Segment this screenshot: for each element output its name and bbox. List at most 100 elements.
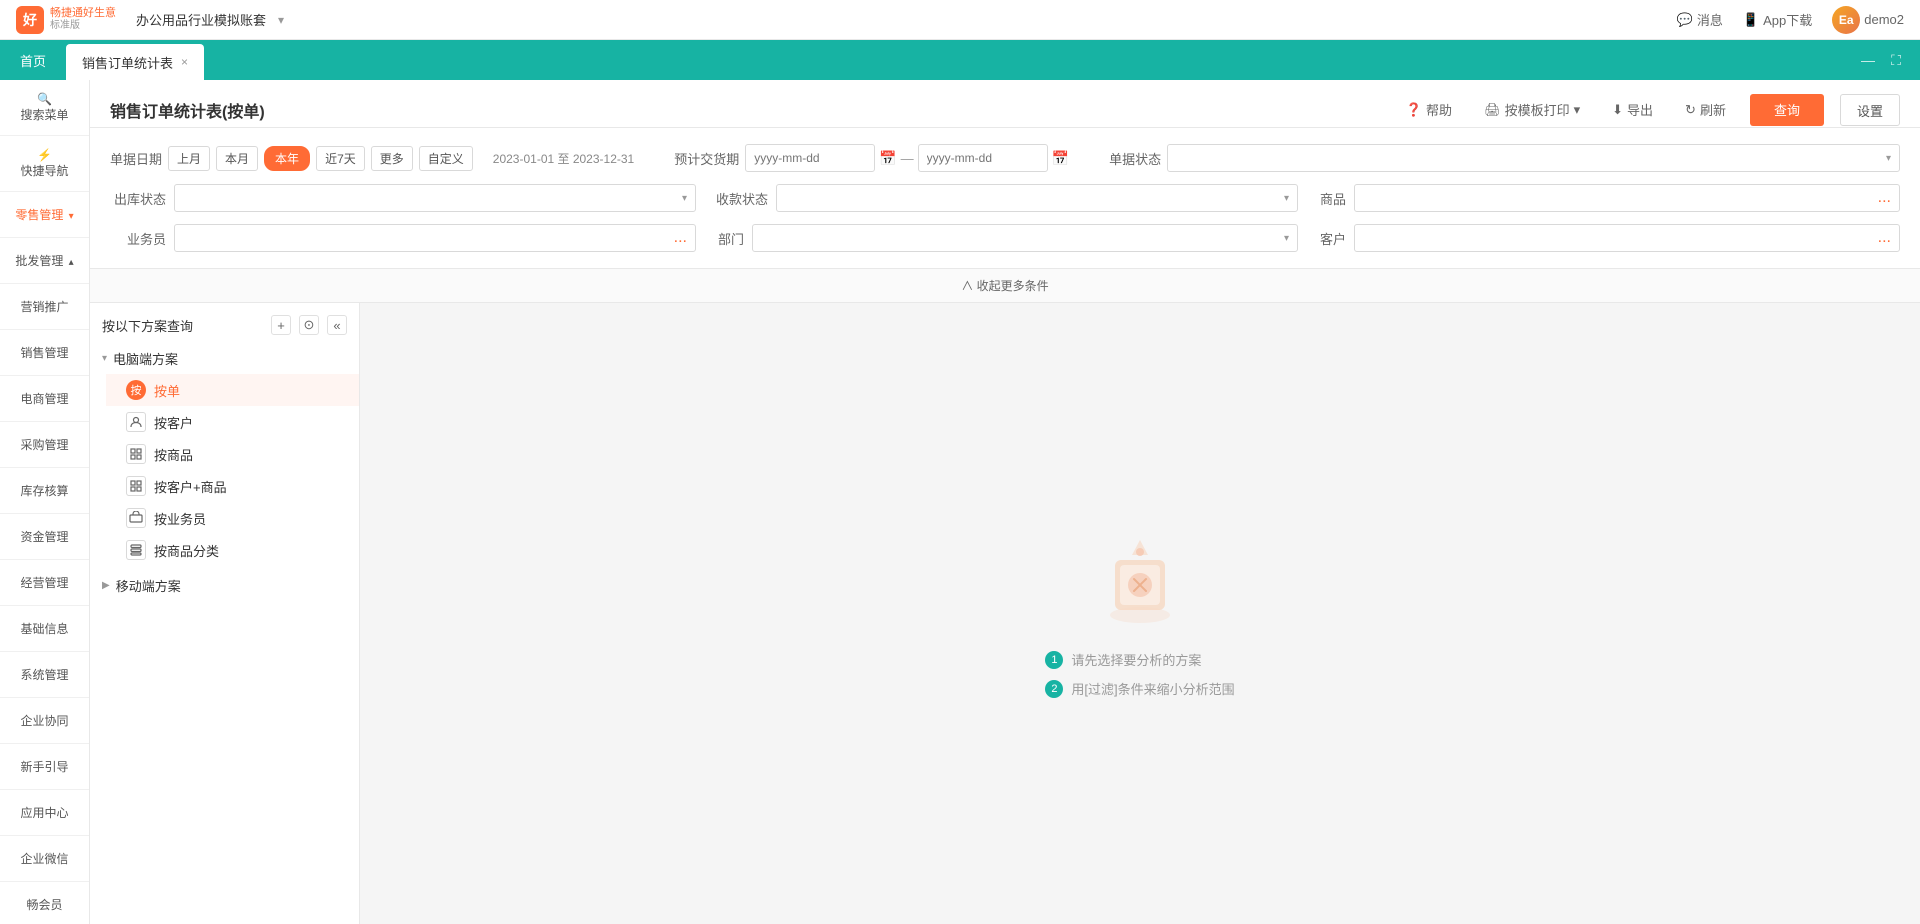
sidebar-item-sales[interactable]: 销售管理 xyxy=(0,330,89,376)
sidebar-item-wechat[interactable]: 企业微信 xyxy=(0,836,89,882)
tab-close-icon[interactable]: × xyxy=(181,55,188,69)
last7-btn[interactable]: 近7天 xyxy=(316,146,365,171)
sidebar-item-wholesale[interactable]: 批发管理 ▴ xyxy=(0,238,89,284)
logo-text: 畅捷通好生意 标准版 xyxy=(50,7,116,32)
empty-state-icon xyxy=(1090,530,1190,630)
sidebar-item-basic[interactable]: 基础信息 xyxy=(0,606,89,652)
delivery-status-arrow-icon: ▾ xyxy=(682,193,687,204)
sidebar-item-system[interactable]: 系统管理 xyxy=(0,652,89,698)
sidebar-item-appcenter[interactable]: 应用中心 xyxy=(0,790,89,836)
sidebar-item-operation[interactable]: 经营管理 xyxy=(0,560,89,606)
sidebar-item-purchase[interactable]: 采购管理 xyxy=(0,422,89,468)
custom-btn[interactable]: 自定义 xyxy=(419,146,473,171)
print-button[interactable]: 🖨 按模板打印 ▾ xyxy=(1476,96,1588,123)
tree-section-pc-header[interactable]: ▾ 电脑端方案 xyxy=(90,343,359,374)
sidebar: 🔍 搜索菜单 ⚡ 快捷导航 零售管理 ▾ 批发管理 ▴ 营销推广 销售管理 电商… xyxy=(0,80,90,924)
goods-dots-icon: ... xyxy=(1878,189,1891,207)
tab-sales-stats[interactable]: 销售订单统计表 × xyxy=(66,44,204,80)
print-arrow-icon: ▾ xyxy=(1574,102,1581,118)
tree-section-pc: ▾ 电脑端方案 按 按单 按客户 xyxy=(90,343,359,566)
sidebar-item-retail[interactable]: 零售管理 ▾ xyxy=(0,192,89,238)
query-button[interactable]: 查询 xyxy=(1750,94,1824,126)
minimize-button[interactable]: — xyxy=(1860,52,1876,68)
app-download-button[interactable]: 📱 App下载 xyxy=(1743,10,1812,29)
tree-item-by-goods[interactable]: 按商品 xyxy=(106,438,359,470)
collapse-panel-button[interactable]: « xyxy=(327,315,347,335)
page-header: 销售订单统计表(按单) ❓ 帮助 🖨 按模板打印 ▾ ⬇ 导出 ↻ 刷新 xyxy=(90,80,1920,128)
refresh-button[interactable]: ↻ 刷新 xyxy=(1677,96,1734,123)
add-scheme-button[interactable]: + xyxy=(271,315,291,335)
delivery-status-cell: 出库状态 ▾ xyxy=(110,184,696,212)
empty-tip-2: 2 用[过滤]条件来缩小分析范围 xyxy=(1045,679,1234,698)
department-cell: 部门 ▾ xyxy=(712,224,1298,252)
payment-status-select[interactable]: ▾ xyxy=(776,184,1298,212)
goods-input[interactable]: ... xyxy=(1354,184,1900,212)
customer-input[interactable]: ... xyxy=(1354,224,1900,252)
left-panel-icons: + ⊙ « xyxy=(271,315,347,335)
left-panel-header: 按以下方案查询 + ⊙ « xyxy=(90,315,359,343)
download-icon: 📱 xyxy=(1743,12,1759,28)
sidebar-item-newbie[interactable]: 新手引导 xyxy=(0,744,89,790)
bill-status-select[interactable]: ▾ xyxy=(1167,144,1900,172)
by-customer-icon xyxy=(126,412,146,432)
calendar-end-icon[interactable]: 📅 xyxy=(1052,150,1069,167)
tree-section-mobile-header[interactable]: ▶ 移动端方案 xyxy=(90,570,359,601)
user-menu[interactable]: Ea demo2 xyxy=(1832,6,1904,34)
salesperson-input[interactable]: ... xyxy=(174,224,696,252)
split-layout: 按以下方案查询 + ⊙ « ▾ 电脑端方案 按 xyxy=(90,303,1920,924)
empty-tips: 1 请先选择要分析的方案 2 用[过滤]条件来缩小分析范围 xyxy=(1045,650,1234,698)
payment-status-arrow-icon: ▾ xyxy=(1284,193,1289,204)
page-actions: ❓ 帮助 🖨 按模板打印 ▾ ⬇ 导出 ↻ 刷新 查询 设置 xyxy=(1398,94,1900,126)
filter-row-2: 出库状态 ▾ 收款状态 ▾ 商品 ... xyxy=(110,184,1900,212)
expected-date-inputs: 📅 — 📅 xyxy=(745,144,1069,172)
sidebar-item-ecommerce[interactable]: 电商管理 xyxy=(0,376,89,422)
export-icon: ⬇ xyxy=(1612,102,1623,118)
avatar: Ea xyxy=(1832,6,1860,34)
salesperson-label: 业务员 xyxy=(110,229,166,248)
tree-arrow-pc-icon: ▾ xyxy=(102,353,107,364)
filter-row-3: 业务员 ... 部门 ▾ 客户 ... xyxy=(110,224,1900,252)
tree-item-by-customer-goods[interactable]: 按客户+商品 xyxy=(106,470,359,502)
sidebar-nav[interactable]: ⚡ 快捷导航 xyxy=(0,136,89,192)
tree-item-by-customer[interactable]: 按客户 xyxy=(106,406,359,438)
last-month-btn[interactable]: 上月 xyxy=(168,146,210,171)
delivery-status-select[interactable]: ▾ xyxy=(174,184,696,212)
this-month-btn[interactable]: 本月 xyxy=(216,146,258,171)
tab-home[interactable]: 首页 xyxy=(0,40,66,80)
top-bar-left: 好 畅捷通好生意 标准版 办公用品行业模拟账套 ▾ xyxy=(16,6,284,34)
message-button[interactable]: 💬 消息 xyxy=(1677,10,1723,29)
window-controls: — ⛶ xyxy=(1860,52,1920,68)
collapse-bar[interactable]: ∧ 收起更多条件 xyxy=(90,269,1920,303)
tree-item-by-salesperson[interactable]: 按业务员 xyxy=(106,502,359,534)
help-button[interactable]: ❓ 帮助 xyxy=(1398,96,1460,123)
tree-item-by-order[interactable]: 按 按单 xyxy=(106,374,359,406)
export-button[interactable]: ⬇ 导出 xyxy=(1604,96,1661,123)
salesperson-dots-icon: ... xyxy=(674,229,687,247)
sidebar-item-marketing[interactable]: 营销推广 xyxy=(0,284,89,330)
tree-item-by-category[interactable]: 按商品分类 xyxy=(106,534,359,566)
main-layout: 🔍 搜索菜单 ⚡ 快捷导航 零售管理 ▾ 批发管理 ▴ 营销推广 销售管理 电商… xyxy=(0,80,1920,924)
maximize-button[interactable]: ⛶ xyxy=(1888,52,1904,68)
delivery-status-label: 出库状态 xyxy=(110,189,166,208)
expected-date-start[interactable] xyxy=(745,144,875,172)
expected-date-end[interactable] xyxy=(918,144,1048,172)
settings-button[interactable]: 设置 xyxy=(1840,94,1900,126)
sidebar-item-coop[interactable]: 企业协同 xyxy=(0,698,89,744)
sidebar-search[interactable]: 🔍 搜索菜单 xyxy=(0,80,89,136)
this-year-btn[interactable]: 本年 xyxy=(264,146,310,171)
department-select[interactable]: ▾ xyxy=(752,224,1298,252)
empty-state: 1 请先选择要分析的方案 2 用[过滤]条件来缩小分析范围 xyxy=(1045,530,1234,698)
tab-bar: 首页 销售订单统计表 × — ⛶ xyxy=(0,40,1920,80)
sidebar-item-member[interactable]: 畅会员 xyxy=(0,882,89,924)
sidebar-item-finance[interactable]: 资金管理 xyxy=(0,514,89,560)
calendar-start-icon[interactable]: 📅 xyxy=(879,150,896,167)
sidebar-item-inventory[interactable]: 库存核算 xyxy=(0,468,89,514)
edit-scheme-button[interactable]: ⊙ xyxy=(299,315,319,335)
department-arrow-icon: ▾ xyxy=(1284,233,1289,244)
more-btn[interactable]: 更多 xyxy=(371,146,413,171)
by-customer-goods-icon xyxy=(126,476,146,496)
bill-status-group: 单据状态 ▾ xyxy=(1109,144,1900,172)
top-bar-dropdown-icon[interactable]: ▾ xyxy=(278,13,284,27)
by-goods-icon xyxy=(126,444,146,464)
goods-cell: 商品 ... xyxy=(1314,184,1900,212)
